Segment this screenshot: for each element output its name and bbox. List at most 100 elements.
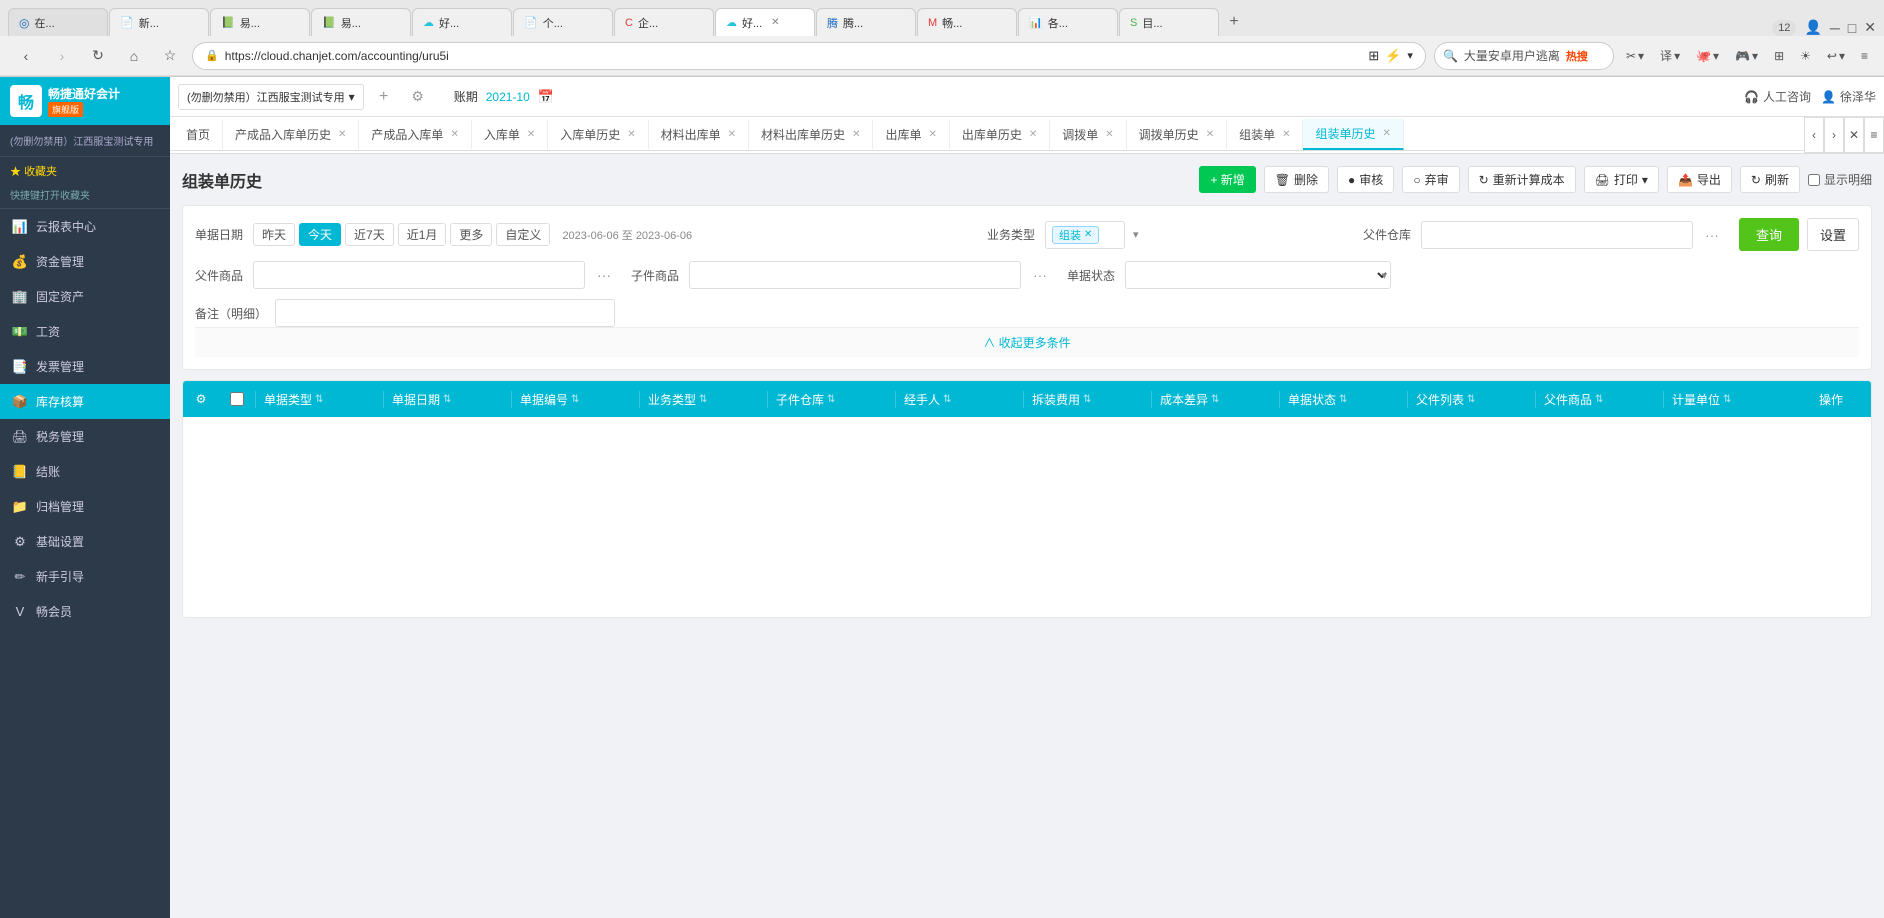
date-btn-custom[interactable]: 自定义	[496, 223, 550, 246]
close-icon[interactable]: ✕	[1864, 19, 1876, 36]
browser-tab-2[interactable]: 📗 易...	[210, 8, 310, 36]
tab-close-assembly[interactable]: ✕	[1282, 129, 1290, 140]
browser-tab-1[interactable]: 📄 新...	[109, 8, 209, 36]
menu-tool[interactable]: ≡	[1857, 47, 1872, 65]
add-button[interactable]: + 新增	[1199, 166, 1255, 193]
date-btn-7days[interactable]: 近7天	[345, 223, 394, 246]
print-button[interactable]: 🖨 打印 ▾	[1584, 166, 1659, 193]
refresh-nav-button[interactable]: ↻	[84, 42, 112, 70]
tab-material-out[interactable]: 材料出库单 ✕	[649, 120, 749, 149]
settings-gear-button[interactable]: ⚙	[404, 83, 432, 111]
tab-close-all[interactable]: ✕	[1844, 117, 1864, 153]
company-selector[interactable]: (勿删勿禁用）江西服宝测试专用 ▾	[178, 84, 364, 110]
tab-close-7[interactable]: ✕	[771, 17, 779, 28]
tab-assembly-history[interactable]: 组装单历史 ✕	[1303, 119, 1403, 150]
user-avatar[interactable]: 👤 徐泽华	[1821, 88, 1876, 105]
th-number[interactable]: 单据编号 ⇅	[511, 391, 639, 408]
tab-close-material-out[interactable]: ✕	[728, 129, 736, 140]
parent-goods-more[interactable]: ···	[593, 267, 615, 283]
sidebar-item-settings[interactable]: ⚙ 基础设置	[0, 524, 170, 559]
bookmark-button[interactable]: ☆	[156, 42, 184, 70]
th-parent-list[interactable]: 父件列表 ⇅	[1407, 391, 1535, 408]
biz-type-tag-remove[interactable]: ✕	[1084, 229, 1092, 240]
browser-tab-9[interactable]: M 畅...	[917, 8, 1017, 36]
th-status[interactable]: 单据状态 ⇅	[1279, 391, 1407, 408]
address-box[interactable]: 🔒 https://cloud.chanjet.com/accounting/u…	[192, 42, 1426, 70]
browser-tab-4[interactable]: ☁ 好...	[412, 8, 512, 36]
tab-close-outbound-history[interactable]: ✕	[1029, 129, 1037, 140]
sidebar-item-archive[interactable]: 📁 归档管理	[0, 489, 170, 524]
tab-close-transfer-history[interactable]: ✕	[1206, 129, 1214, 140]
date-btn-1month[interactable]: 近1月	[398, 223, 447, 246]
biz-type-dropdown-icon[interactable]: ▾	[1133, 228, 1139, 241]
display-detail-toggle[interactable]: 显示明细	[1808, 171, 1872, 188]
tab-close-inbound-history[interactable]: ✕	[627, 129, 635, 140]
tab-close-inbound[interactable]: ✕	[527, 129, 535, 140]
browser-tab-5[interactable]: 📄 个...	[513, 8, 613, 36]
tab-finished-in-history[interactable]: 产成品入库单历史 ✕	[223, 120, 359, 149]
scissors-tool[interactable]: ✂▾	[1622, 47, 1648, 65]
translate-tool[interactable]: 译▾	[1656, 45, 1684, 66]
game-tool[interactable]: 🎮▾	[1731, 47, 1762, 65]
date-btn-more[interactable]: 更多	[450, 223, 492, 246]
tab-close-outbound[interactable]: ✕	[928, 129, 936, 140]
sidebar-item-salary[interactable]: 💵 工资	[0, 314, 170, 349]
sidebar-item-inventory[interactable]: 📦 库存核算	[0, 384, 170, 419]
sidebar-item-tax[interactable]: 🖨 税务管理	[0, 419, 170, 454]
export-button[interactable]: 📤 导出	[1667, 166, 1732, 193]
child-goods-more[interactable]: ···	[1029, 267, 1051, 283]
minimize-icon[interactable]: ─	[1830, 20, 1840, 36]
browser-tab-10[interactable]: 📊 各...	[1018, 8, 1118, 36]
profile-icon[interactable]: 👤	[1804, 19, 1821, 36]
recalculate-button[interactable]: ↻ 重新计算成本	[1468, 166, 1576, 193]
grid-tool[interactable]: ⊞	[1770, 47, 1788, 65]
date-btn-today[interactable]: 今天	[299, 223, 341, 246]
remark-input[interactable]	[275, 299, 615, 327]
sidebar-favorites-sub[interactable]: 快捷键打开收藏夹	[0, 185, 170, 209]
tab-finished-in[interactable]: 产成品入库单 ✕	[359, 120, 471, 149]
browser-tab-0[interactable]: ◎ 在...	[8, 8, 108, 36]
tab-prev-arrow[interactable]: ‹	[1804, 117, 1824, 153]
tab-close-finished-in-history[interactable]: ✕	[338, 129, 346, 140]
add-company-button[interactable]: +	[370, 83, 398, 111]
status-select[interactable]	[1125, 261, 1391, 289]
th-cost-diff[interactable]: 成本差异 ⇅	[1151, 391, 1279, 408]
emoji-tool[interactable]: 🐙▾	[1692, 47, 1723, 65]
th-handler[interactable]: 经手人 ⇅	[895, 391, 1023, 408]
parent-goods-input[interactable]	[253, 261, 585, 289]
browser-tab-6[interactable]: C 企...	[614, 8, 714, 36]
brightness-tool[interactable]: ☀	[1796, 47, 1815, 65]
th-parent-goods[interactable]: 父件商品 ⇅	[1535, 391, 1663, 408]
th-type[interactable]: 单据类型 ⇅	[255, 391, 383, 408]
browser-tab-3[interactable]: 📗 易...	[311, 8, 411, 36]
abandon-button[interactable]: ○ 弃审	[1402, 166, 1459, 193]
tab-home[interactable]: 首页	[174, 120, 223, 149]
table-settings-icon[interactable]: ⚙	[183, 392, 219, 406]
refresh-button[interactable]: ↻ 刷新	[1740, 166, 1800, 193]
tab-transfer[interactable]: 调拨单 ✕	[1050, 120, 1126, 149]
th-date[interactable]: 单据日期 ⇅	[383, 391, 511, 408]
qr-icon[interactable]: ⊞	[1368, 48, 1379, 64]
date-btn-yesterday[interactable]: 昨天	[253, 223, 295, 246]
search-box[interactable]: 🔍 大量安卓用户逃离 热搜	[1434, 42, 1614, 70]
back-button[interactable]: ‹	[12, 42, 40, 70]
undo-tool[interactable]: ↩▾	[1823, 47, 1849, 65]
new-tab-button[interactable]: +	[1220, 8, 1248, 36]
display-detail-checkbox[interactable]	[1808, 174, 1820, 186]
collapse-bar[interactable]: ∧ 收起更多条件	[195, 327, 1859, 357]
tab-transfer-history[interactable]: 调拨单历史 ✕	[1127, 120, 1227, 149]
dropdown-icon[interactable]: ▾	[1407, 49, 1413, 62]
sidebar-item-closing[interactable]: 📒 结账	[0, 454, 170, 489]
filter-settings-button[interactable]: 设置	[1807, 218, 1859, 251]
sidebar-item-fund[interactable]: 💰 资金管理	[0, 244, 170, 279]
sidebar-item-guide[interactable]: ✏ 新手引导	[0, 559, 170, 594]
tab-next-arrow[interactable]: ›	[1824, 117, 1844, 153]
home-button[interactable]: ⌂	[120, 42, 148, 70]
delete-button[interactable]: 🗑 删除	[1264, 166, 1329, 193]
biz-type-input[interactable]: 组装 ✕	[1045, 221, 1125, 249]
browser-tab-11[interactable]: S 目...	[1119, 8, 1219, 36]
sidebar-favorites[interactable]: ★ 收藏夹	[0, 157, 170, 185]
parent-warehouse-input[interactable]	[1421, 221, 1693, 249]
th-biz-type[interactable]: 业务类型 ⇅	[639, 391, 767, 408]
approve-button[interactable]: ● 审核	[1337, 166, 1394, 193]
